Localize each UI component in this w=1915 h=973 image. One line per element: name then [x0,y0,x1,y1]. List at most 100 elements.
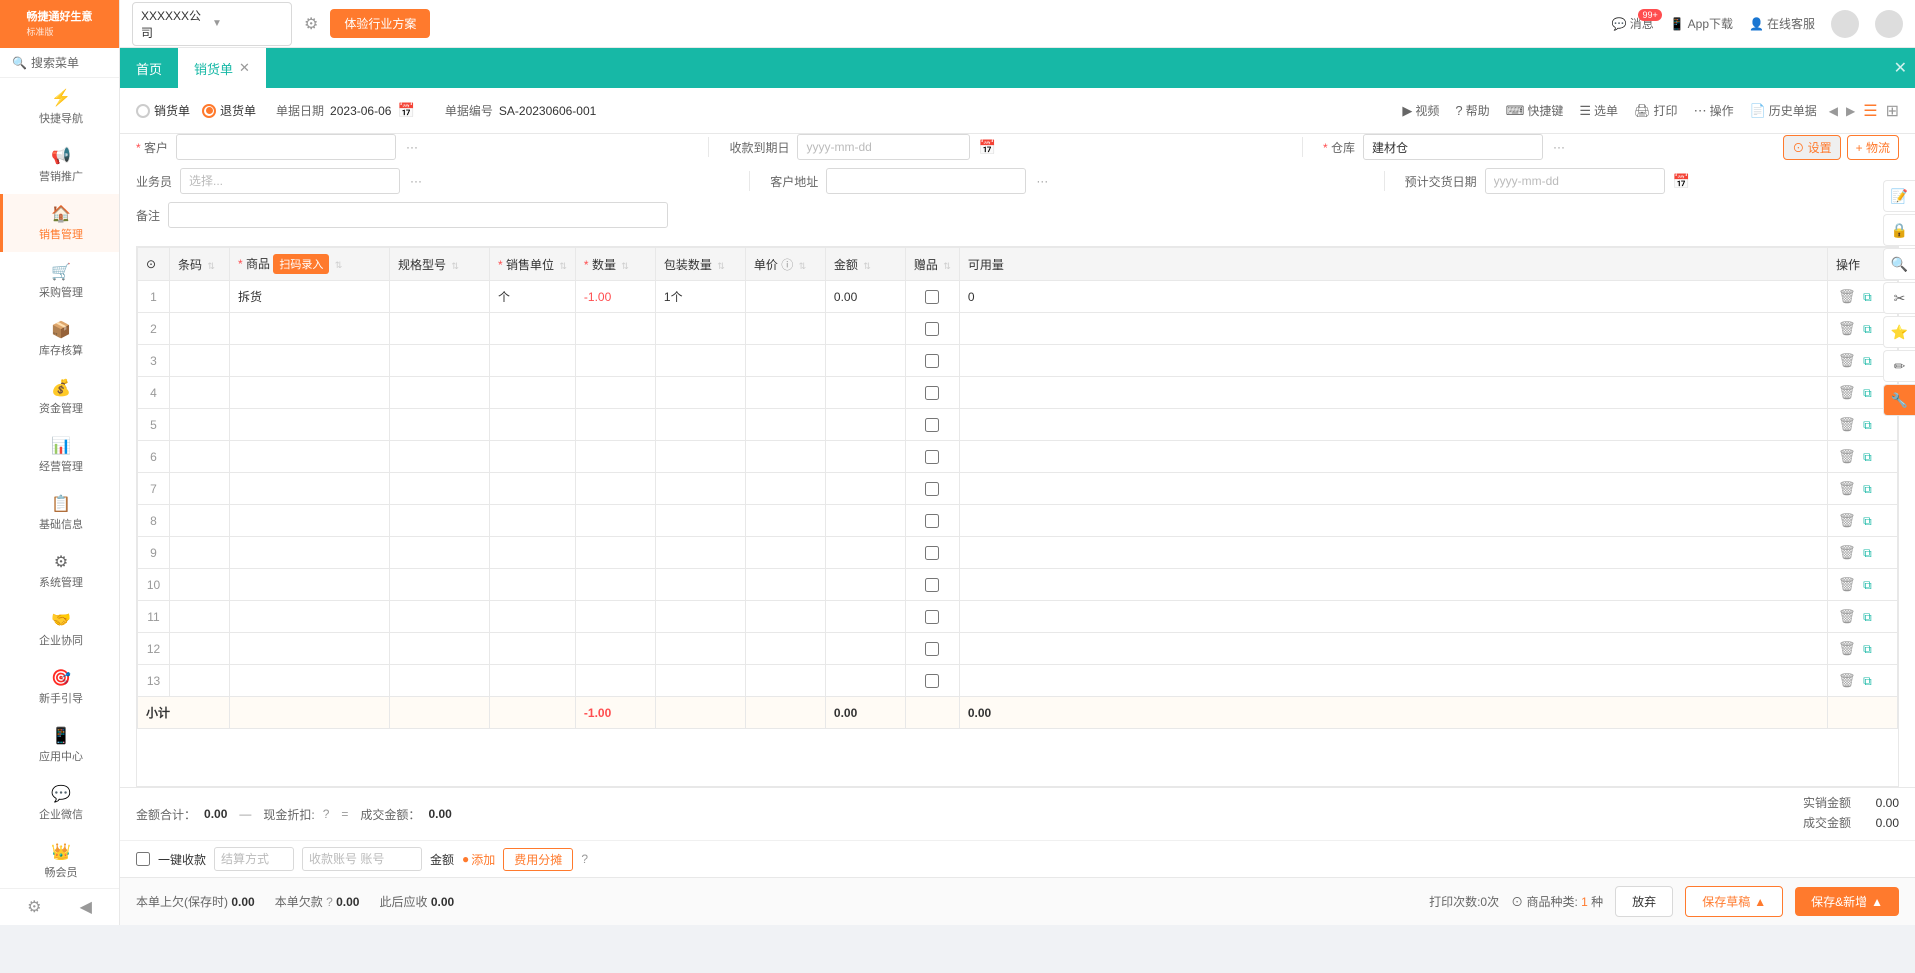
row-gift[interactable] [905,633,959,665]
right-panel-note-btn[interactable]: 📝 [1883,180,1915,212]
row-unit[interactable] [490,537,576,569]
row-price[interactable] [745,345,825,377]
sidebar-item-system[interactable]: ⚙ 系统管理 [0,542,119,600]
sidebar-item-purchase[interactable]: 🛒 采购管理 [0,252,119,310]
trial-button[interactable]: 体验行业方案 [330,9,430,38]
copy-row-icon[interactable]: ⧉ [1861,354,1874,368]
one-click-pay-checkbox[interactable] [136,852,150,866]
row-price[interactable] [745,377,825,409]
delete-row-icon[interactable]: 🗑 [1836,448,1858,464]
gear-icon[interactable]: ⚙ [304,14,318,34]
close-all-tabs-icon[interactable]: ✕ [1894,58,1907,78]
row-spec[interactable] [390,441,490,473]
row-price[interactable] [745,569,825,601]
row-spec[interactable] [390,377,490,409]
gift-checkbox[interactable] [925,514,939,528]
sidebar-item-sales[interactable]: 🏠 销售管理 [0,194,119,252]
delete-row-icon[interactable]: 🗑 [1836,672,1858,688]
row-product[interactable] [230,345,390,377]
payment-account-input[interactable] [302,847,422,871]
row-price[interactable] [745,665,825,697]
delete-row-icon[interactable]: 🗑 [1836,320,1858,336]
scan-barcode-button[interactable]: 扫码录入 [273,254,329,274]
row-price[interactable] [745,281,825,313]
row-product[interactable] [230,313,390,345]
row-gift[interactable] [905,409,959,441]
row-gift[interactable] [905,601,959,633]
avatar[interactable] [1831,10,1859,38]
payment-method-input[interactable] [214,847,294,871]
row-unit[interactable] [490,377,576,409]
sidebar-item-appstore[interactable]: 📱 应用中心 [0,716,119,774]
row-pkg-qty[interactable] [655,633,745,665]
gift-checkbox[interactable] [925,450,939,464]
sort-gift-icon[interactable]: ⇅ [943,261,951,271]
gift-checkbox[interactable] [925,610,939,624]
gift-checkbox[interactable] [925,674,939,688]
delete-row-icon[interactable]: 🗑 [1836,480,1858,496]
row-qty[interactable] [575,569,655,601]
delete-row-icon[interactable]: 🗑 [1836,608,1858,624]
delete-row-icon[interactable]: 🗑 [1836,288,1858,304]
row-product[interactable] [230,665,390,697]
gift-checkbox[interactable] [925,578,939,592]
delete-row-icon[interactable]: 🗑 [1836,640,1858,656]
row-unit[interactable] [490,313,576,345]
row-product[interactable] [230,569,390,601]
addr-dots-icon[interactable]: ··· [1034,174,1050,188]
row-pkg-qty[interactable] [655,313,745,345]
row-gift[interactable] [905,377,959,409]
sidebar-search[interactable]: 🔍 搜索菜单 [0,48,119,78]
short-owe-help-icon[interactable]: ? [326,895,333,909]
copy-row-icon[interactable]: ⧉ [1861,450,1874,464]
expected-date-calendar-icon[interactable]: 📅 [1673,173,1690,190]
gift-checkbox[interactable] [925,290,939,304]
row-price[interactable] [745,441,825,473]
salesperson-dots-icon[interactable]: ··· [408,174,424,188]
row-unit[interactable] [490,665,576,697]
right-panel-lock-btn[interactable]: 🔒 [1883,214,1915,246]
row-price[interactable] [745,313,825,345]
right-panel-star-btn[interactable]: ⭐ [1883,316,1915,348]
row-pkg-qty[interactable] [655,601,745,633]
row-qty[interactable] [575,313,655,345]
row-amount[interactable] [825,377,905,409]
gift-checkbox[interactable] [925,322,939,336]
sidebar-item-enterprise[interactable]: 🤝 企业协同 [0,600,119,658]
th-settings[interactable]: ⊙ [138,248,170,281]
copy-row-icon[interactable]: ⧉ [1861,482,1874,496]
shortcut-btn[interactable]: ⌨ 快捷键 [1502,100,1568,121]
row-amount[interactable] [825,633,905,665]
row-qty[interactable] [575,345,655,377]
row-spec[interactable] [390,313,490,345]
col-settings-icon[interactable]: ⊙ [146,257,156,271]
row-product[interactable] [230,633,390,665]
view-grid-icon[interactable]: ⊞ [1886,101,1899,121]
copy-row-icon[interactable]: ⧉ [1861,546,1874,560]
row-amount[interactable]: 0.00 [825,281,905,313]
row-product[interactable] [230,377,390,409]
sort-product-icon[interactable]: ⇅ [335,260,343,270]
row-pkg-qty[interactable] [655,345,745,377]
row-gift[interactable] [905,665,959,697]
row-product[interactable] [230,409,390,441]
row-spec[interactable] [390,601,490,633]
tab-sales-order[interactable]: 销货单 ✕ [178,48,266,88]
settings-button[interactable]: ⊙ 设置 [1783,135,1840,160]
row-unit[interactable] [490,633,576,665]
row-amount[interactable] [825,473,905,505]
delete-row-icon[interactable]: 🗑 [1836,352,1858,368]
row-pkg-qty[interactable] [655,665,745,697]
row-barcode[interactable] [170,601,230,633]
choose-btn[interactable]: ☰ 选单 [1575,100,1622,121]
row-pkg-qty[interactable] [655,537,745,569]
right-panel-search-btn[interactable]: 🔍 [1883,248,1915,280]
row-barcode[interactable] [170,441,230,473]
row-product[interactable] [230,473,390,505]
sort-spec-icon[interactable]: ⇅ [451,261,459,271]
row-spec[interactable] [390,665,490,697]
row-gift[interactable] [905,345,959,377]
settings-icon[interactable]: ⚙ [27,897,41,917]
row-qty[interactable] [575,441,655,473]
copy-row-icon[interactable]: ⧉ [1861,578,1874,592]
